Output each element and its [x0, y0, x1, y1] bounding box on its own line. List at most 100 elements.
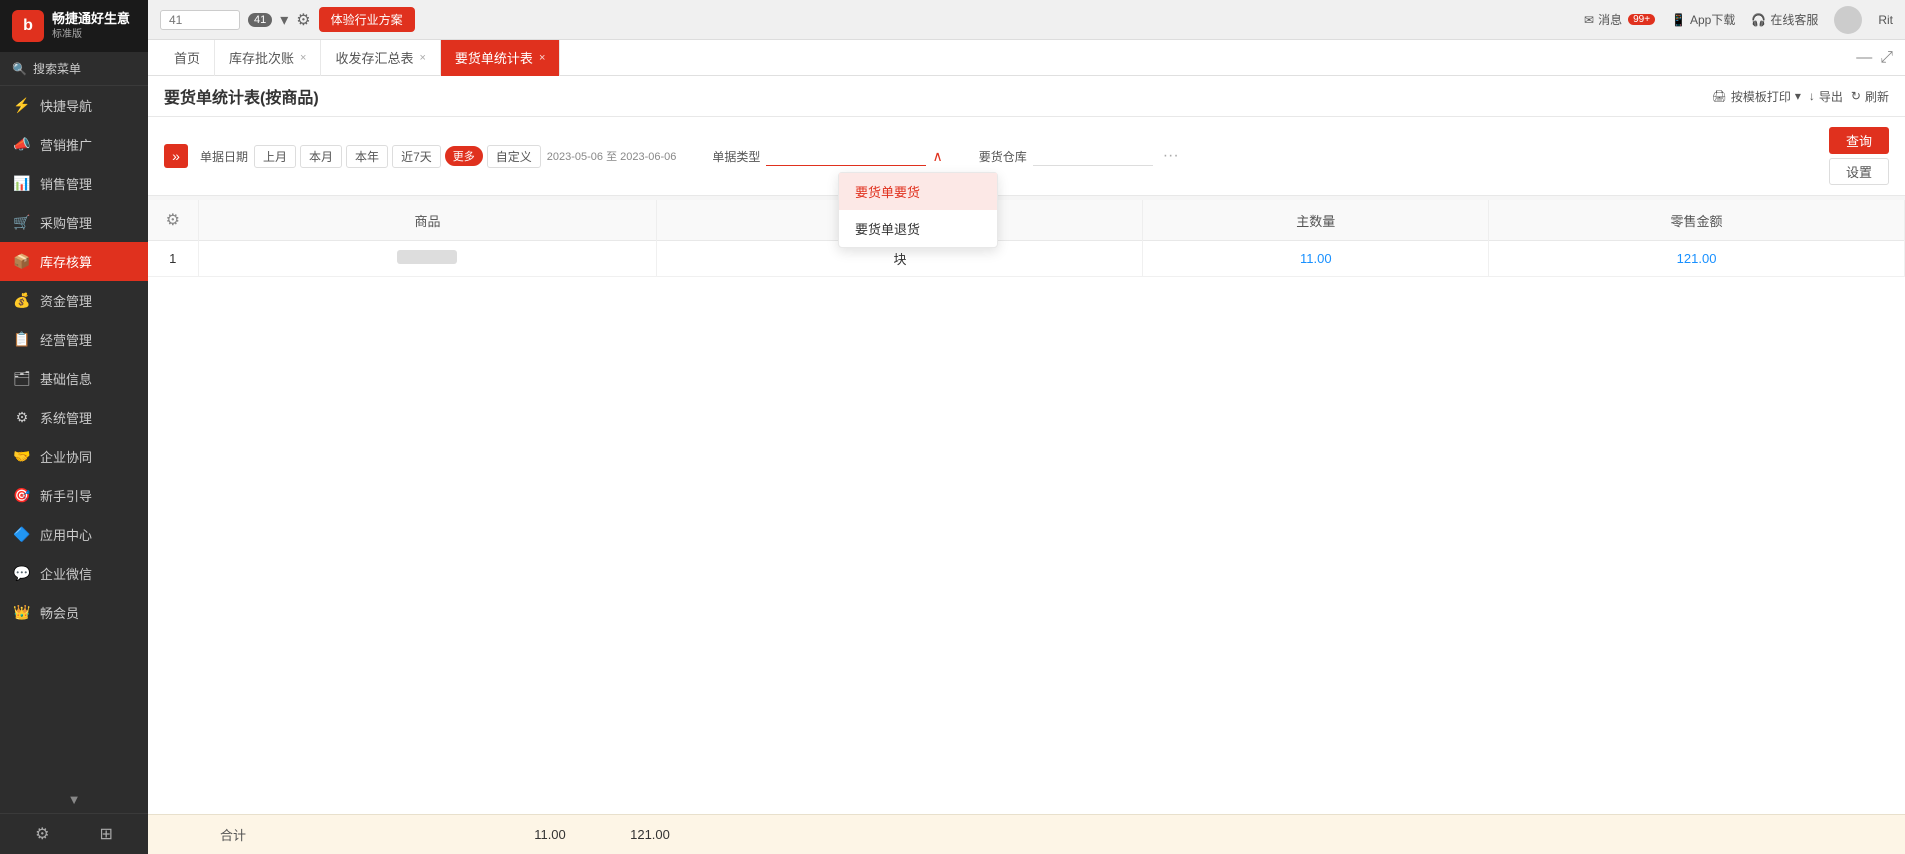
tab-inventory-batch-label: 库存批次账 [229, 48, 294, 67]
tab-order-stats-label: 要货单统计表 [455, 48, 533, 67]
filter-expand-button[interactable]: » [164, 144, 188, 168]
dropdown-item-order-return[interactable]: 要货单退货 [839, 210, 997, 247]
sidebar: b 畅捷通好生意 标准版 🔍 搜索菜单 ⚡ 快捷导航 📣 营销推广 📊 销售管理… [0, 0, 148, 854]
print-label: 按模板打印 [1731, 88, 1791, 105]
settings-icon[interactable]: ⚙ [35, 824, 49, 844]
warehouse-input[interactable] [1033, 147, 1153, 166]
app-download-btn[interactable]: 📱 App下载 [1671, 11, 1735, 28]
filter-settings-button[interactable]: 设置 [1829, 158, 1889, 185]
tab-home-label: 首页 [174, 48, 200, 67]
sidebar-item-finance[interactable]: 💰 资金管理 [0, 281, 148, 320]
footer-total-label: 合计 [220, 828, 246, 843]
sidebar-nav: ⚡ 快捷导航 📣 营销推广 📊 销售管理 🛒 采购管理 📦 库存核算 💰 资金管… [0, 86, 148, 786]
enterprise-icon: 🤝 [12, 448, 32, 465]
sidebar-item-purchase[interactable]: 🛒 采购管理 [0, 203, 148, 242]
tab-inventory-batch-close[interactable]: × [300, 52, 306, 64]
date-btn-this-year[interactable]: 本年 [346, 145, 388, 168]
quick-nav-icon: ⚡ [12, 97, 32, 114]
sidebar-item-guide[interactable]: 🎯 新手引导 [0, 476, 148, 515]
page-header: 要货单统计表(按商品) 🖨 按模板打印 ▾ ↓ 导出 ↻ 刷新 [148, 76, 1905, 117]
sidebar-item-sales[interactable]: 📊 销售管理 [0, 164, 148, 203]
date-filter-group: 单据日期 上月 本月 本年 近7天 更多 自定义 2023-05-06 至 20… [200, 145, 676, 168]
sidebar-search[interactable]: 🔍 搜索菜单 [0, 52, 148, 86]
export-button[interactable]: ↓ 导出 [1809, 88, 1843, 105]
topbar-right: ✉ 消息 99+ 📱 App下载 🎧 在线客服 Rit [1584, 6, 1893, 34]
table-col-qty: 主数量 [1143, 200, 1489, 241]
sidebar-item-operation[interactable]: 📋 经营管理 [0, 320, 148, 359]
tab-send-summary[interactable]: 收发存汇总表 × [321, 40, 440, 76]
topbar-settings-icon[interactable]: ⚙ [296, 10, 310, 30]
promo-button[interactable]: 体验行业方案 [319, 7, 415, 32]
tab-minimize-icon[interactable]: — [1856, 49, 1872, 67]
cell-goods [198, 241, 657, 277]
collapse-icon[interactable]: ⊞ [100, 824, 113, 844]
sidebar-item-basic[interactable]: 🗂 基础信息 [0, 359, 148, 398]
print-button[interactable]: 🖨 按模板打印 ▾ [1712, 88, 1801, 105]
sidebar-item-inventory[interactable]: 📦 库存核算 [0, 242, 148, 281]
filter-actions: 查询 设置 [1829, 127, 1889, 185]
app-sub: 标准版 [52, 28, 130, 41]
tab-home[interactable]: 首页 [160, 40, 215, 76]
tab-inventory-batch[interactable]: 库存批次账 × [215, 40, 321, 76]
sidebar-item-marketing[interactable]: 📣 营销推广 [0, 125, 148, 164]
app-download-icon: 📱 [1671, 13, 1686, 27]
marketing-icon: 📣 [12, 136, 32, 153]
topbar-left: 41 ▾ ⚙ 体验行业方案 [160, 7, 1576, 32]
dropdown-item-label: 要货单退货 [855, 222, 920, 237]
page-title: 要货单统计表(按商品) [164, 84, 319, 108]
tab-expand-icon[interactable]: ⤢ [1880, 49, 1893, 67]
date-btn-7days[interactable]: 近7天 [392, 145, 441, 168]
tabs-bar: 首页 库存批次账 × 收发存汇总表 × 要货单统计表 × — ⤢ [148, 40, 1905, 76]
footer-amount: 121.00 [600, 827, 700, 842]
user-avatar[interactable] [1834, 6, 1862, 34]
data-table: ⚙ 商品 主计量单位 主数量 零售金额 1 块 [148, 200, 1905, 277]
table-col-amount: 零售金额 [1489, 200, 1905, 241]
tab-order-stats[interactable]: 要货单统计表 × [441, 40, 560, 76]
notification-count: 99+ [1628, 14, 1655, 25]
table-row: 1 块 11.00 121.00 [148, 241, 1905, 277]
sidebar-item-label: 企业微信 [40, 564, 136, 583]
sidebar-item-label: 库存核算 [40, 252, 136, 271]
date-btn-last-month[interactable]: 上月 [254, 145, 296, 168]
warehouse-filter-group: 要货仓库 ··· [979, 147, 1179, 166]
filter-more-icon[interactable]: ··· [1163, 147, 1179, 165]
sidebar-item-label: 系统管理 [40, 408, 136, 427]
cell-amount: 121.00 [1489, 241, 1905, 277]
topbar-search-input[interactable] [160, 10, 240, 30]
sidebar-item-label: 基础信息 [40, 369, 136, 388]
sidebar-item-system[interactable]: ⚙ 系统管理 [0, 398, 148, 437]
tab-order-stats-close[interactable]: × [539, 52, 545, 64]
sidebar-item-label: 销售管理 [40, 174, 136, 193]
sidebar-item-quick-nav[interactable]: ⚡ 快捷导航 [0, 86, 148, 125]
sidebar-item-label: 新手引导 [40, 486, 136, 505]
sidebar-item-label: 资金管理 [40, 291, 136, 310]
sidebar-item-enterprise[interactable]: 🤝 企业协同 [0, 437, 148, 476]
notification-label: 消息 [1598, 11, 1622, 28]
tabs-bar-right: — ⤢ [1856, 49, 1893, 67]
online-service-btn[interactable]: 🎧 在线客服 [1751, 11, 1818, 28]
inventory-icon: 📦 [12, 253, 32, 270]
refresh-button[interactable]: ↻ 刷新 [1851, 88, 1889, 105]
cell-no: 1 [148, 241, 198, 277]
type-filter-group: 单据类型 ∧ [712, 147, 942, 166]
tab-send-summary-close[interactable]: × [419, 52, 425, 64]
sidebar-scroll-down[interactable]: ▼ [0, 786, 148, 813]
topbar-chevron-icon[interactable]: ▾ [280, 10, 288, 30]
type-input[interactable] [766, 147, 926, 166]
date-range-display: 2023-05-06 至 2023-06-06 [547, 148, 677, 164]
dropdown-item-order-goods[interactable]: 要货单要货 [839, 173, 997, 210]
column-settings-icon[interactable]: ⚙ [166, 212, 180, 229]
date-btn-custom[interactable]: 自定义 [487, 145, 541, 168]
tab-send-summary-label: 收发存汇总表 [335, 48, 413, 67]
purchase-icon: 🛒 [12, 214, 32, 231]
date-btn-this-month[interactable]: 本月 [300, 145, 342, 168]
sidebar-item-member[interactable]: 👑 畅会员 [0, 593, 148, 632]
logo-icon: b [12, 10, 44, 42]
date-btn-more[interactable]: 更多 [445, 146, 483, 166]
type-chevron-icon[interactable]: ∧ [932, 148, 942, 165]
date-label: 单据日期 [200, 148, 248, 165]
query-button[interactable]: 查询 [1829, 127, 1889, 154]
sidebar-item-wechat[interactable]: 💬 企业微信 [0, 554, 148, 593]
sidebar-item-appstore[interactable]: 🔷 应用中心 [0, 515, 148, 554]
notification-btn[interactable]: ✉ 消息 99+ [1584, 11, 1655, 28]
